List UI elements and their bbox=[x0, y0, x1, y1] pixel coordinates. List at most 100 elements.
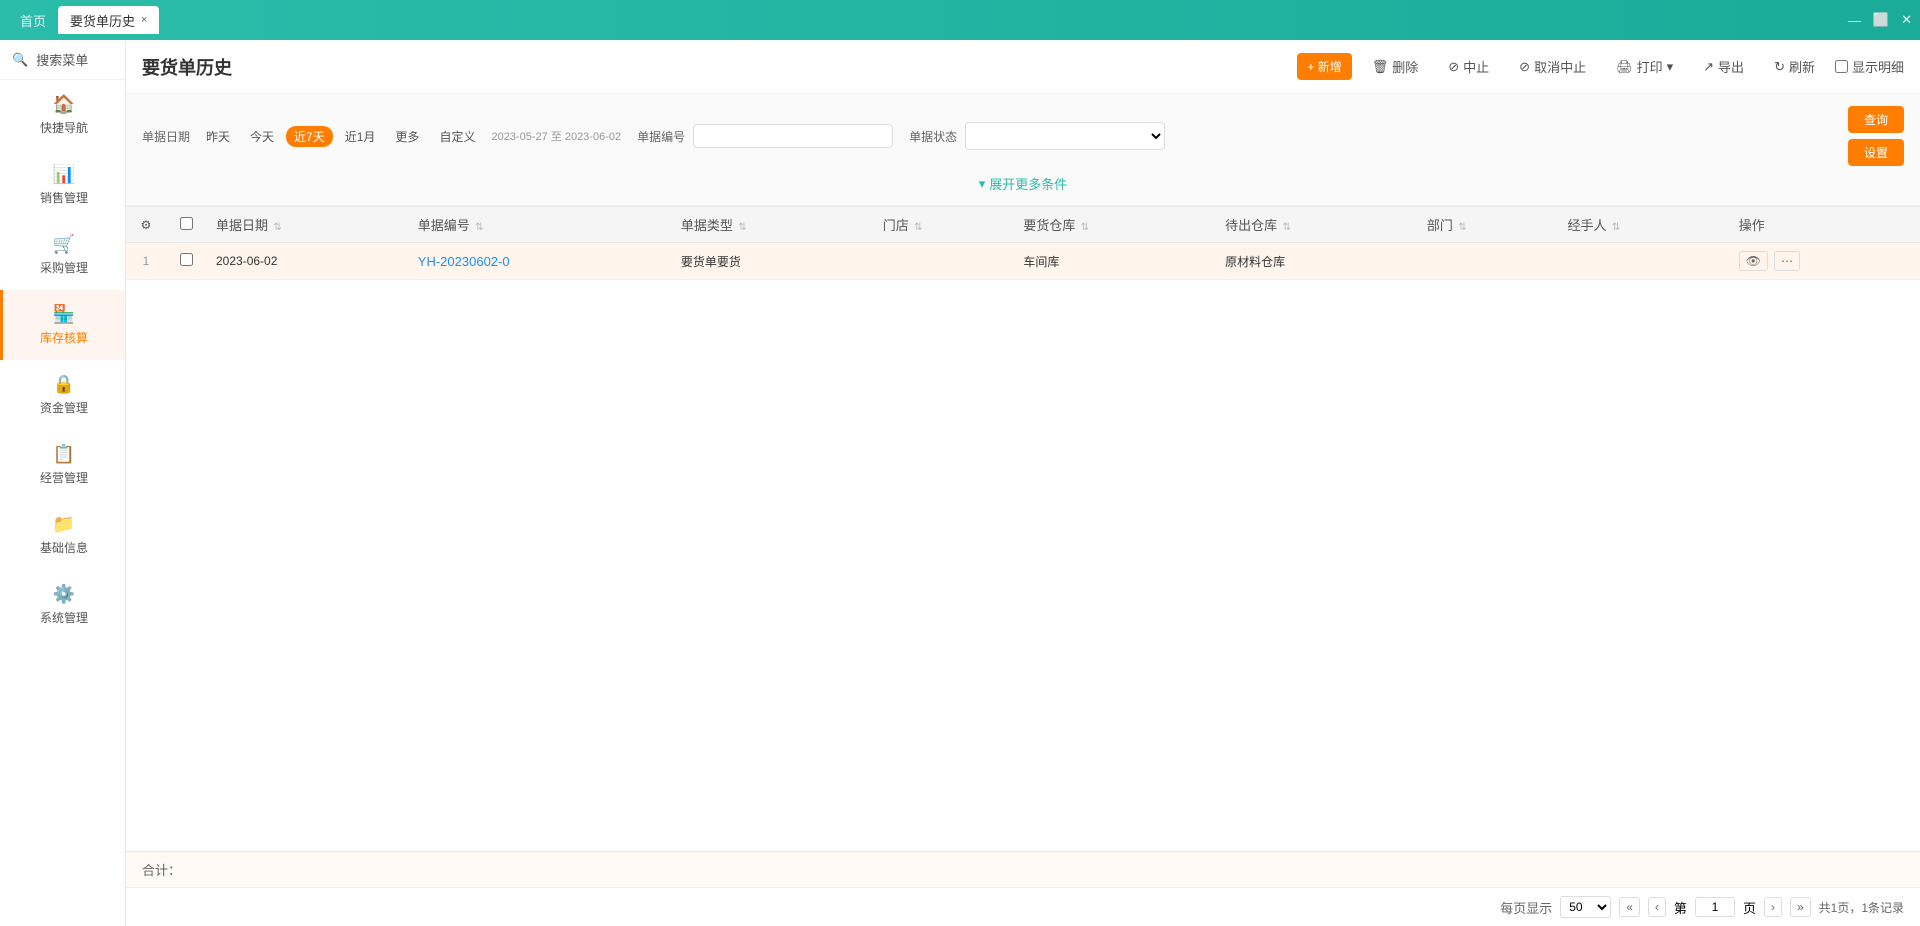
cell-index: 1 bbox=[126, 243, 166, 280]
tab-close-icon[interactable]: × bbox=[141, 14, 147, 26]
delete-button[interactable]: 🗑 删除 bbox=[1362, 52, 1429, 81]
page-title: 要货单历史 bbox=[142, 54, 1297, 80]
col-store-label: 门店 bbox=[883, 218, 909, 233]
sidebar-base-info-label: 基础信息 bbox=[40, 539, 88, 556]
col-department[interactable]: 部门 ⇅ bbox=[1417, 207, 1558, 243]
finance-icon: 🔒 bbox=[53, 374, 75, 395]
sidebar-item-base-info[interactable]: 📁 基础信息 bbox=[0, 500, 125, 570]
table-footer: 合计： bbox=[126, 851, 1920, 887]
cell-doc-no[interactable]: YH-20230602-0 bbox=[408, 243, 671, 280]
date-shortcuts: 昨天 今天 近7天 近1月 更多 自定义 bbox=[198, 126, 483, 147]
select-all-checkbox[interactable] bbox=[180, 217, 193, 230]
search-icon: 🔍 bbox=[12, 52, 28, 68]
col-req-warehouse[interactable]: 要货仓库 ⇅ bbox=[1013, 207, 1215, 243]
col-action-label: 操作 bbox=[1739, 218, 1765, 233]
query-button[interactable]: 查询 bbox=[1848, 106, 1904, 133]
next-page-button[interactable]: › bbox=[1764, 897, 1782, 917]
cell-doc-type: 要货单要货 bbox=[671, 243, 873, 280]
sidebar-item-search-menu[interactable]: 🔍 搜索菜单 bbox=[0, 40, 125, 80]
doc-status-select[interactable] bbox=[965, 122, 1165, 150]
export-button[interactable]: ↗ 导出 bbox=[1693, 52, 1754, 81]
sidebar-item-quick-nav[interactable]: 🏠 快捷导航 bbox=[0, 80, 125, 150]
page-size-select[interactable]: 10 20 50 100 bbox=[1560, 896, 1611, 918]
last-page-button[interactable]: » bbox=[1790, 897, 1811, 917]
sort-icon-doc-date: ⇅ bbox=[273, 222, 281, 233]
col-action: 操作 bbox=[1729, 207, 1920, 243]
cell-checkbox[interactable] bbox=[166, 243, 206, 280]
cancel-stop-button[interactable]: ⊘ 取消中止 bbox=[1509, 52, 1596, 81]
filter-group-date: 单据日期 昨天 今天 近7天 近1月 更多 自定义 2023-05-27 至 2… bbox=[142, 126, 621, 147]
filter-settings-button[interactable]: 设置 bbox=[1848, 139, 1904, 166]
cell-action: 👁 ⋯ bbox=[1729, 243, 1920, 280]
print-chevron-icon: ▾ bbox=[1667, 59, 1674, 75]
sidebar-operations-label: 经营管理 bbox=[40, 469, 88, 486]
col-pending-warehouse[interactable]: 待出仓库 ⇅ bbox=[1215, 207, 1417, 243]
main-layout: 🔍 搜索菜单 🏠 快捷导航 📊 销售管理 🛒 采购管理 🏪 库存核算 🔒 资金管… bbox=[0, 40, 1920, 926]
footer-total-label: 合计： bbox=[142, 863, 181, 878]
sort-icon-req-warehouse: ⇅ bbox=[1081, 222, 1089, 233]
last7days-shortcut[interactable]: 近7天 bbox=[286, 126, 333, 147]
page-suffix: 页 bbox=[1743, 898, 1756, 917]
last1month-shortcut[interactable]: 近1月 bbox=[337, 126, 384, 147]
prev-page-button[interactable]: ‹ bbox=[1648, 897, 1666, 917]
filter-row-1: 单据日期 昨天 今天 近7天 近1月 更多 自定义 2023-05-27 至 2… bbox=[142, 106, 1904, 166]
stop-button[interactable]: ⊘ 中止 bbox=[1438, 52, 1499, 81]
expand-more-btn[interactable]: ▾ 展开更多条件 bbox=[979, 174, 1068, 193]
doc-no-input[interactable] bbox=[693, 124, 893, 148]
col-doc-no[interactable]: 单据编号 ⇅ bbox=[408, 207, 671, 243]
display-detail-checkbox[interactable] bbox=[1835, 60, 1848, 73]
sidebar-item-inventory[interactable]: 🏪 库存核算 bbox=[0, 290, 125, 360]
sidebar-item-purchase[interactable]: 🛒 采购管理 bbox=[0, 220, 125, 290]
print-button[interactable]: 🖨 打印 ▾ bbox=[1606, 52, 1683, 81]
page-input[interactable] bbox=[1695, 897, 1735, 917]
tab-requisition-history[interactable]: 要货单历史 × bbox=[58, 6, 159, 34]
col-checkbox[interactable] bbox=[166, 207, 206, 243]
sidebar-item-system[interactable]: ⚙️ 系统管理 bbox=[0, 570, 125, 640]
minimize-icon[interactable]: — bbox=[1848, 13, 1861, 28]
doc-no-link[interactable]: YH-20230602-0 bbox=[418, 254, 510, 269]
more-shortcut[interactable]: 更多 bbox=[387, 126, 427, 147]
col-doc-type[interactable]: 单据类型 ⇅ bbox=[671, 207, 873, 243]
first-page-button[interactable]: « bbox=[1619, 897, 1640, 917]
today-shortcut[interactable]: 今天 bbox=[242, 126, 282, 147]
doc-no-label: 单据编号 bbox=[637, 128, 685, 145]
cell-pending-warehouse: 原材料仓库 bbox=[1215, 243, 1417, 280]
sort-icon-handler: ⇅ bbox=[1612, 222, 1620, 233]
col-doc-date[interactable]: 单据日期 ⇅ bbox=[206, 207, 408, 243]
filter-group-docno: 单据编号 bbox=[637, 124, 893, 148]
custom-shortcut[interactable]: 自定义 bbox=[431, 126, 483, 147]
current-page-prefix: 第 bbox=[1674, 898, 1687, 917]
date-range-display: 2023-05-27 至 2023-06-02 bbox=[491, 128, 621, 144]
sort-icon-doc-type: ⇅ bbox=[738, 222, 746, 233]
cell-store bbox=[873, 243, 1014, 280]
tab-home-label: 首页 bbox=[20, 11, 46, 30]
new-button[interactable]: + 新增 bbox=[1297, 53, 1351, 80]
row-checkbox[interactable] bbox=[180, 253, 193, 266]
cell-department bbox=[1417, 243, 1558, 280]
data-table: ⚙ 单据日期 ⇅ 单据编号 ⇅ 单据类型 ⇅ bbox=[126, 206, 1920, 280]
sort-icon-store: ⇅ bbox=[914, 222, 922, 233]
close-icon[interactable]: ✕ bbox=[1901, 12, 1912, 28]
yesterday-shortcut[interactable]: 昨天 bbox=[198, 126, 238, 147]
sidebar-item-operations[interactable]: 📋 经营管理 bbox=[0, 430, 125, 500]
sidebar-item-finance[interactable]: 🔒 资金管理 bbox=[0, 360, 125, 430]
col-doc-date-label: 单据日期 bbox=[216, 218, 268, 233]
tab-home[interactable]: 首页 bbox=[8, 6, 58, 34]
print-icon: 🖨 bbox=[1616, 59, 1633, 75]
cell-handler bbox=[1558, 243, 1729, 280]
more-action-button[interactable]: ⋯ bbox=[1774, 251, 1800, 271]
system-icon: ⚙️ bbox=[53, 584, 75, 605]
maximize-icon[interactable]: ⬜ bbox=[1873, 12, 1889, 28]
refresh-button[interactable]: ↻ 刷新 bbox=[1764, 52, 1825, 81]
sidebar: 🔍 搜索菜单 🏠 快捷导航 📊 销售管理 🛒 采购管理 🏪 库存核算 🔒 资金管… bbox=[0, 40, 126, 926]
sidebar-item-sales[interactable]: 📊 销售管理 bbox=[0, 150, 125, 220]
col-handler[interactable]: 经手人 ⇅ bbox=[1558, 207, 1729, 243]
col-settings[interactable]: ⚙ bbox=[126, 207, 166, 243]
base-info-icon: 📁 bbox=[53, 514, 75, 535]
view-action-button[interactable]: 👁 bbox=[1739, 251, 1768, 271]
sidebar-search-label: 搜索菜单 bbox=[36, 50, 88, 69]
col-handler-label: 经手人 bbox=[1568, 218, 1607, 233]
col-store[interactable]: 门店 ⇅ bbox=[873, 207, 1014, 243]
col-doc-no-label: 单据编号 bbox=[418, 218, 470, 233]
sort-icon-pending-warehouse: ⇅ bbox=[1282, 222, 1290, 233]
